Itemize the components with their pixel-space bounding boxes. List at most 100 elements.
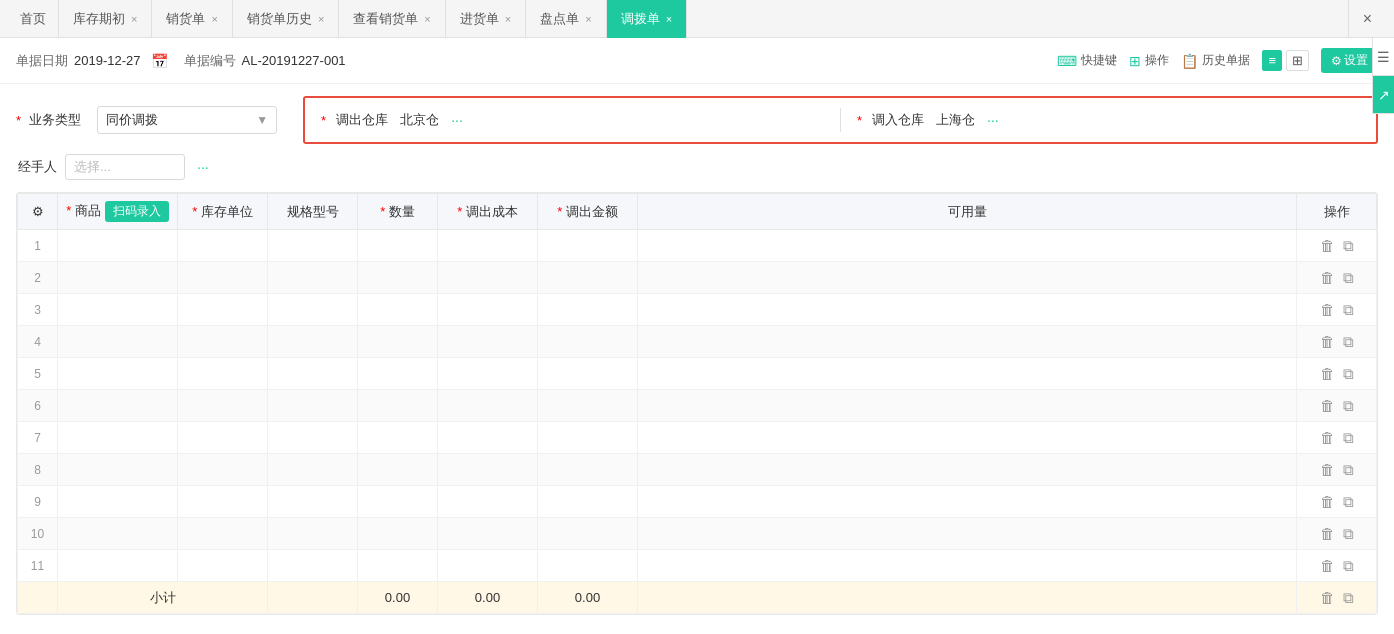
tab-stocktake[interactable]: 盘点单 × <box>526 0 606 38</box>
data-cell[interactable] <box>268 454 358 486</box>
data-cell[interactable] <box>638 454 1297 486</box>
window-close-button[interactable]: × <box>1348 0 1386 38</box>
tab-close-icon[interactable]: × <box>211 13 217 25</box>
data-cell[interactable] <box>268 550 358 582</box>
data-cell[interactable] <box>58 486 178 518</box>
data-cell[interactable] <box>358 230 438 262</box>
data-cell[interactable] <box>538 550 638 582</box>
settings-button[interactable]: ⚙ 设置 <box>1321 48 1378 73</box>
data-cell[interactable] <box>178 358 268 390</box>
data-cell[interactable] <box>358 294 438 326</box>
delete-icon[interactable]: 🗑 <box>1320 365 1335 382</box>
layout-list-btn[interactable]: ≡ <box>1262 50 1282 71</box>
copy-icon[interactable]: ⧉ <box>1343 237 1354 255</box>
person-more-icon[interactable]: ··· <box>197 159 209 175</box>
data-cell[interactable] <box>58 422 178 454</box>
data-cell[interactable] <box>638 486 1297 518</box>
copy-icon[interactable]: ⧉ <box>1343 525 1354 543</box>
business-type-select[interactable]: 同价调拨 ▼ <box>97 106 277 134</box>
data-cell[interactable] <box>358 454 438 486</box>
data-cell[interactable] <box>58 390 178 422</box>
data-cell[interactable] <box>638 230 1297 262</box>
data-cell[interactable] <box>638 422 1297 454</box>
copy-icon[interactable]: ⧉ <box>1343 365 1354 383</box>
data-cell[interactable] <box>358 390 438 422</box>
delete-icon[interactable]: 🗑 <box>1320 333 1335 350</box>
copy-icon[interactable]: ⧉ <box>1343 589 1354 607</box>
data-cell[interactable] <box>358 326 438 358</box>
data-cell[interactable] <box>178 486 268 518</box>
data-cell[interactable] <box>438 390 538 422</box>
copy-icon[interactable]: ⧉ <box>1343 429 1354 447</box>
data-cell[interactable] <box>638 358 1297 390</box>
data-cell[interactable] <box>268 518 358 550</box>
tab-view-sales[interactable]: 查看销货单 × <box>339 0 445 38</box>
copy-icon[interactable]: ⧉ <box>1343 461 1354 479</box>
delete-icon[interactable]: 🗑 <box>1320 269 1335 286</box>
data-cell[interactable] <box>538 454 638 486</box>
data-cell[interactable] <box>58 294 178 326</box>
copy-icon[interactable]: ⧉ <box>1343 333 1354 351</box>
copy-icon[interactable]: ⧉ <box>1343 301 1354 319</box>
tab-sales-history[interactable]: 销货单历史 × <box>233 0 339 38</box>
data-cell[interactable] <box>268 486 358 518</box>
data-cell[interactable] <box>638 262 1297 294</box>
tab-close-icon[interactable]: × <box>585 13 591 25</box>
data-cell[interactable] <box>438 454 538 486</box>
sidebar-list-icon[interactable]: ☰ <box>1373 38 1395 76</box>
data-cell[interactable] <box>538 422 638 454</box>
copy-icon[interactable]: ⧉ <box>1343 557 1354 575</box>
tab-transfer[interactable]: 调拨单 × <box>607 0 687 38</box>
data-cell[interactable] <box>358 518 438 550</box>
data-cell[interactable] <box>58 230 178 262</box>
data-cell[interactable] <box>268 358 358 390</box>
data-cell[interactable] <box>638 294 1297 326</box>
data-cell[interactable] <box>538 294 638 326</box>
delete-icon[interactable]: 🗑 <box>1320 429 1335 446</box>
data-cell[interactable] <box>58 326 178 358</box>
shortcut-action[interactable]: ⌨ 快捷键 <box>1057 52 1117 69</box>
tab-close-icon[interactable]: × <box>666 13 672 25</box>
delete-icon[interactable]: 🗑 <box>1320 557 1335 574</box>
data-cell[interactable] <box>178 326 268 358</box>
data-cell[interactable] <box>438 486 538 518</box>
tab-close-icon[interactable]: × <box>318 13 324 25</box>
scan-button[interactable]: 扫码录入 <box>105 201 169 222</box>
data-cell[interactable] <box>538 326 638 358</box>
warehouse-out-more-icon[interactable]: ··· <box>451 112 463 128</box>
data-cell[interactable] <box>438 294 538 326</box>
delete-icon[interactable]: 🗑 <box>1320 525 1335 542</box>
calendar-icon[interactable]: 📅 <box>151 53 168 69</box>
tab-inventory-init[interactable]: 库存期初 × <box>59 0 152 38</box>
data-cell[interactable] <box>538 390 638 422</box>
data-cell[interactable] <box>268 390 358 422</box>
tab-purchase[interactable]: 进货单 × <box>446 0 526 38</box>
data-cell[interactable] <box>58 262 178 294</box>
data-cell[interactable] <box>438 550 538 582</box>
data-cell[interactable] <box>638 390 1297 422</box>
data-cell[interactable] <box>438 518 538 550</box>
operation-action[interactable]: ⊞ 操作 <box>1129 52 1169 69</box>
tab-close-icon[interactable]: × <box>505 13 511 25</box>
tab-close-icon[interactable]: × <box>131 13 137 25</box>
data-cell[interactable] <box>178 230 268 262</box>
data-cell[interactable] <box>358 422 438 454</box>
delete-icon[interactable]: 🗑 <box>1320 397 1335 414</box>
data-cell[interactable] <box>358 486 438 518</box>
delete-icon[interactable]: 🗑 <box>1320 589 1335 606</box>
delete-icon[interactable]: 🗑 <box>1320 493 1335 510</box>
data-cell[interactable] <box>178 390 268 422</box>
data-cell[interactable] <box>178 550 268 582</box>
person-input[interactable]: 选择... <box>65 154 185 180</box>
data-cell[interactable] <box>538 262 638 294</box>
sidebar-export-icon[interactable]: ↗ <box>1373 76 1395 114</box>
data-cell[interactable] <box>538 358 638 390</box>
copy-icon[interactable]: ⧉ <box>1343 493 1354 511</box>
data-cell[interactable] <box>268 262 358 294</box>
data-cell[interactable] <box>178 294 268 326</box>
copy-icon[interactable]: ⧉ <box>1343 397 1354 415</box>
data-cell[interactable] <box>178 454 268 486</box>
data-cell[interactable] <box>358 358 438 390</box>
data-cell[interactable] <box>358 550 438 582</box>
data-cell[interactable] <box>58 358 178 390</box>
